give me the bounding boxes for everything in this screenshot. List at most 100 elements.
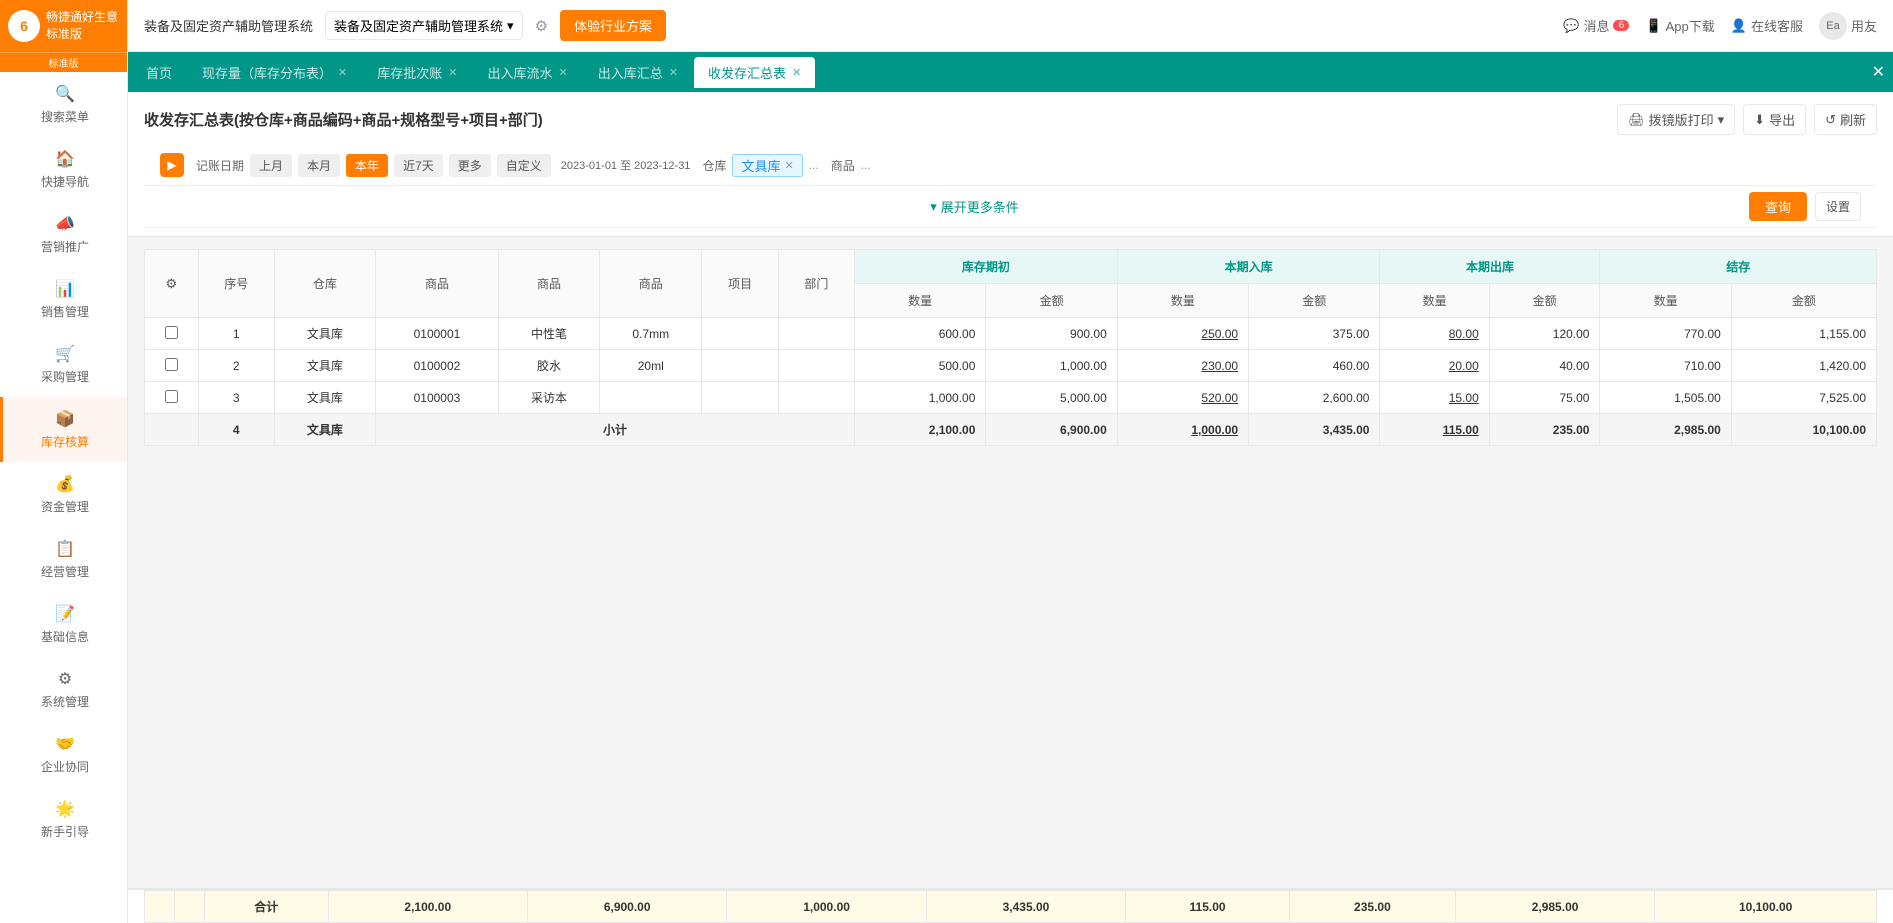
subtotal-opening-qty: 2,100.00 <box>855 414 986 446</box>
sidebar-label-quicknav: 快捷导航 <box>41 173 89 190</box>
th-no: 序号 <box>198 250 274 318</box>
logo-icon: 6 <box>8 10 40 42</box>
sidebar-label-sales: 销售管理 <box>41 303 89 320</box>
guide-icon: 🌟 <box>55 799 75 819</box>
date-this-year-btn[interactable]: 本年 <box>346 154 388 177</box>
export-button[interactable]: ⬇ 导出 <box>1743 104 1806 135</box>
tab-batch[interactable]: 库存批次账 ✕ <box>363 57 471 88</box>
tab-inout-flow-close[interactable]: ✕ <box>559 66 568 79</box>
row-out-amt: 40.00 <box>1489 350 1600 382</box>
tab-inout-flow[interactable]: 出入库流水 ✕ <box>473 57 581 88</box>
goods-more[interactable]: ... <box>861 158 871 172</box>
row-opening-qty: 500.00 <box>855 350 986 382</box>
sidebar-item-finance[interactable]: 💰 资金管理 <box>0 462 127 527</box>
row-out-qty[interactable]: 80.00 <box>1380 318 1489 350</box>
system-icon: ⚙ <box>58 669 72 689</box>
row-warehouse: 文具库 <box>274 350 375 382</box>
expand-icon: ▾ <box>930 199 937 215</box>
try-button[interactable]: 体验行业方案 <box>560 10 666 41</box>
close-all-tabs[interactable]: ✕ <box>1868 58 1889 86</box>
online-service-action[interactable]: 👤 在线客服 <box>1731 16 1803 35</box>
row-in-qty[interactable]: 520.00 <box>1117 382 1248 414</box>
row-out-qty[interactable]: 20.00 <box>1380 350 1489 382</box>
row-bal-amt: 1,420.00 <box>1731 350 1876 382</box>
sidebar-item-search[interactable]: 🔍 搜索菜单 <box>0 72 127 137</box>
row-warehouse: 文具库 <box>274 382 375 414</box>
message-action[interactable]: 💬 消息 6 <box>1563 16 1629 35</box>
sidebar-item-operations[interactable]: 📋 经营管理 <box>0 527 127 592</box>
date-filter-label: 记账日期 <box>196 157 244 174</box>
sidebar-item-marketing[interactable]: 📣 营销推广 <box>0 202 127 267</box>
row-in-amt: 2,600.00 <box>1249 382 1380 414</box>
subtotal-opening-amt: 6,900.00 <box>986 414 1117 446</box>
gear-icon[interactable]: ⚙ <box>535 17 548 35</box>
row-out-qty[interactable]: 15.00 <box>1380 382 1489 414</box>
export-label: 导出 <box>1769 110 1795 129</box>
print-label: 拨镜版打印 <box>1649 110 1714 129</box>
sidebar-item-sales[interactable]: 📊 销售管理 <box>0 267 127 332</box>
message-badge: 6 <box>1613 20 1629 31</box>
top-header: 装备及固定资产辅助管理系统 装备及固定资产辅助管理系统 ▾ ⚙ 体验行业方案 💬… <box>128 0 1893 52</box>
user-action[interactable]: Ea 用友 <box>1819 12 1877 40</box>
sidebar-item-collab[interactable]: 🤝 企业协同 <box>0 722 127 787</box>
th-settings[interactable]: ⚙ <box>145 250 199 318</box>
warehouse-more[interactable]: ... <box>809 158 819 172</box>
sidebar-item-inventory[interactable]: 📦 库存核算 <box>0 397 127 462</box>
message-label: 消息 <box>1583 16 1609 35</box>
printer-icon: 🖨 <box>1628 112 1645 128</box>
row-in-amt: 375.00 <box>1249 318 1380 350</box>
sidebar-item-quicknav[interactable]: 🏠 快捷导航 <box>0 137 127 202</box>
row-in-qty[interactable]: 250.00 <box>1117 318 1248 350</box>
row-no: 3 <box>198 382 274 414</box>
row-in-qty[interactable]: 230.00 <box>1117 350 1248 382</box>
sidebar-item-basic[interactable]: 📝 基础信息 <box>0 592 127 657</box>
th-dept: 部门 <box>778 250 854 318</box>
sidebar-item-purchase[interactable]: 🛒 采购管理 <box>0 332 127 397</box>
subtotal-no: 4 <box>198 414 274 446</box>
tab-inout-summary[interactable]: 出入库汇总 ✕ <box>584 57 692 88</box>
print-button[interactable]: 🖨 拨镜版打印 ▾ <box>1617 104 1735 135</box>
subtotal-bal-qty: 2,985.00 <box>1600 414 1731 446</box>
row-no: 2 <box>198 350 274 382</box>
refresh-button[interactable]: ↺ 刷新 <box>1814 104 1877 135</box>
row-checkbox[interactable] <box>145 382 199 414</box>
system-dropdown[interactable]: 装备及固定资产辅助管理系统 ▾ <box>325 11 523 40</box>
page-actions: 🖨 拨镜版打印 ▾ ⬇ 导出 ↺ 刷新 <box>1617 104 1877 135</box>
tab-inventory-close[interactable]: ✕ <box>338 66 347 79</box>
date-this-month-btn[interactable]: 本月 <box>298 154 340 177</box>
row-goods-name: 采访本 <box>499 382 600 414</box>
row-checkbox[interactable] <box>145 350 199 382</box>
tab-receipt-summary[interactable]: 收发存汇总表 ✕ <box>694 57 815 88</box>
sidebar-item-system[interactable]: ⚙ 系统管理 <box>0 657 127 722</box>
filter-bar: ▶ 记账日期 上月 本月 本年 近7天 更多 自定义 2023-01-01 至 … <box>144 145 1877 186</box>
total-no-cell <box>175 891 205 923</box>
tab-inout-summary-close[interactable]: ✕ <box>669 66 678 79</box>
sidebar-item-guide[interactable]: 🌟 新手引导 <box>0 787 127 852</box>
filter-toggle[interactable]: ▶ <box>160 153 184 177</box>
date-custom-btn[interactable]: 自定义 <box>497 154 551 177</box>
warehouse-tag-value: 文具库 <box>741 156 780 175</box>
date-7days-btn[interactable]: 近7天 <box>394 154 443 177</box>
expand-filter-btn[interactable]: ▾ 展开更多条件 <box>930 197 1019 216</box>
row-bal-amt: 7,525.00 <box>1731 382 1876 414</box>
subtotal-out-qty[interactable]: 115.00 <box>1380 414 1489 446</box>
total-opening-qty: 2,100.00 <box>328 891 527 923</box>
tab-inventory[interactable]: 现存量（库存分布表） ✕ <box>188 57 361 88</box>
app-download-label: App下载 <box>1666 16 1715 35</box>
row-out-amt: 75.00 <box>1489 382 1600 414</box>
date-last-month-btn[interactable]: 上月 <box>250 154 292 177</box>
search-button[interactable]: 查询 <box>1749 192 1807 221</box>
row-opening-qty: 600.00 <box>855 318 986 350</box>
tab-receipt-summary-close[interactable]: ✕ <box>792 66 801 79</box>
warehouse-tag-remove[interactable]: ✕ <box>784 159 793 172</box>
date-more-btn[interactable]: 更多 <box>449 154 491 177</box>
tab-home[interactable]: 首页 <box>132 57 186 88</box>
app-download-action[interactable]: 📱 App下载 <box>1645 16 1714 35</box>
setting-button[interactable]: 设置 <box>1815 192 1861 221</box>
system-title: 装备及固定资产辅助管理系统 <box>144 16 313 35</box>
row-checkbox[interactable] <box>145 318 199 350</box>
tab-batch-close[interactable]: ✕ <box>448 66 457 79</box>
tab-inout-flow-label: 出入库流水 <box>487 63 552 82</box>
logo-area: 6 畅捷通好生意 标准版 <box>0 0 127 52</box>
subtotal-in-qty[interactable]: 1,000.00 <box>1117 414 1248 446</box>
